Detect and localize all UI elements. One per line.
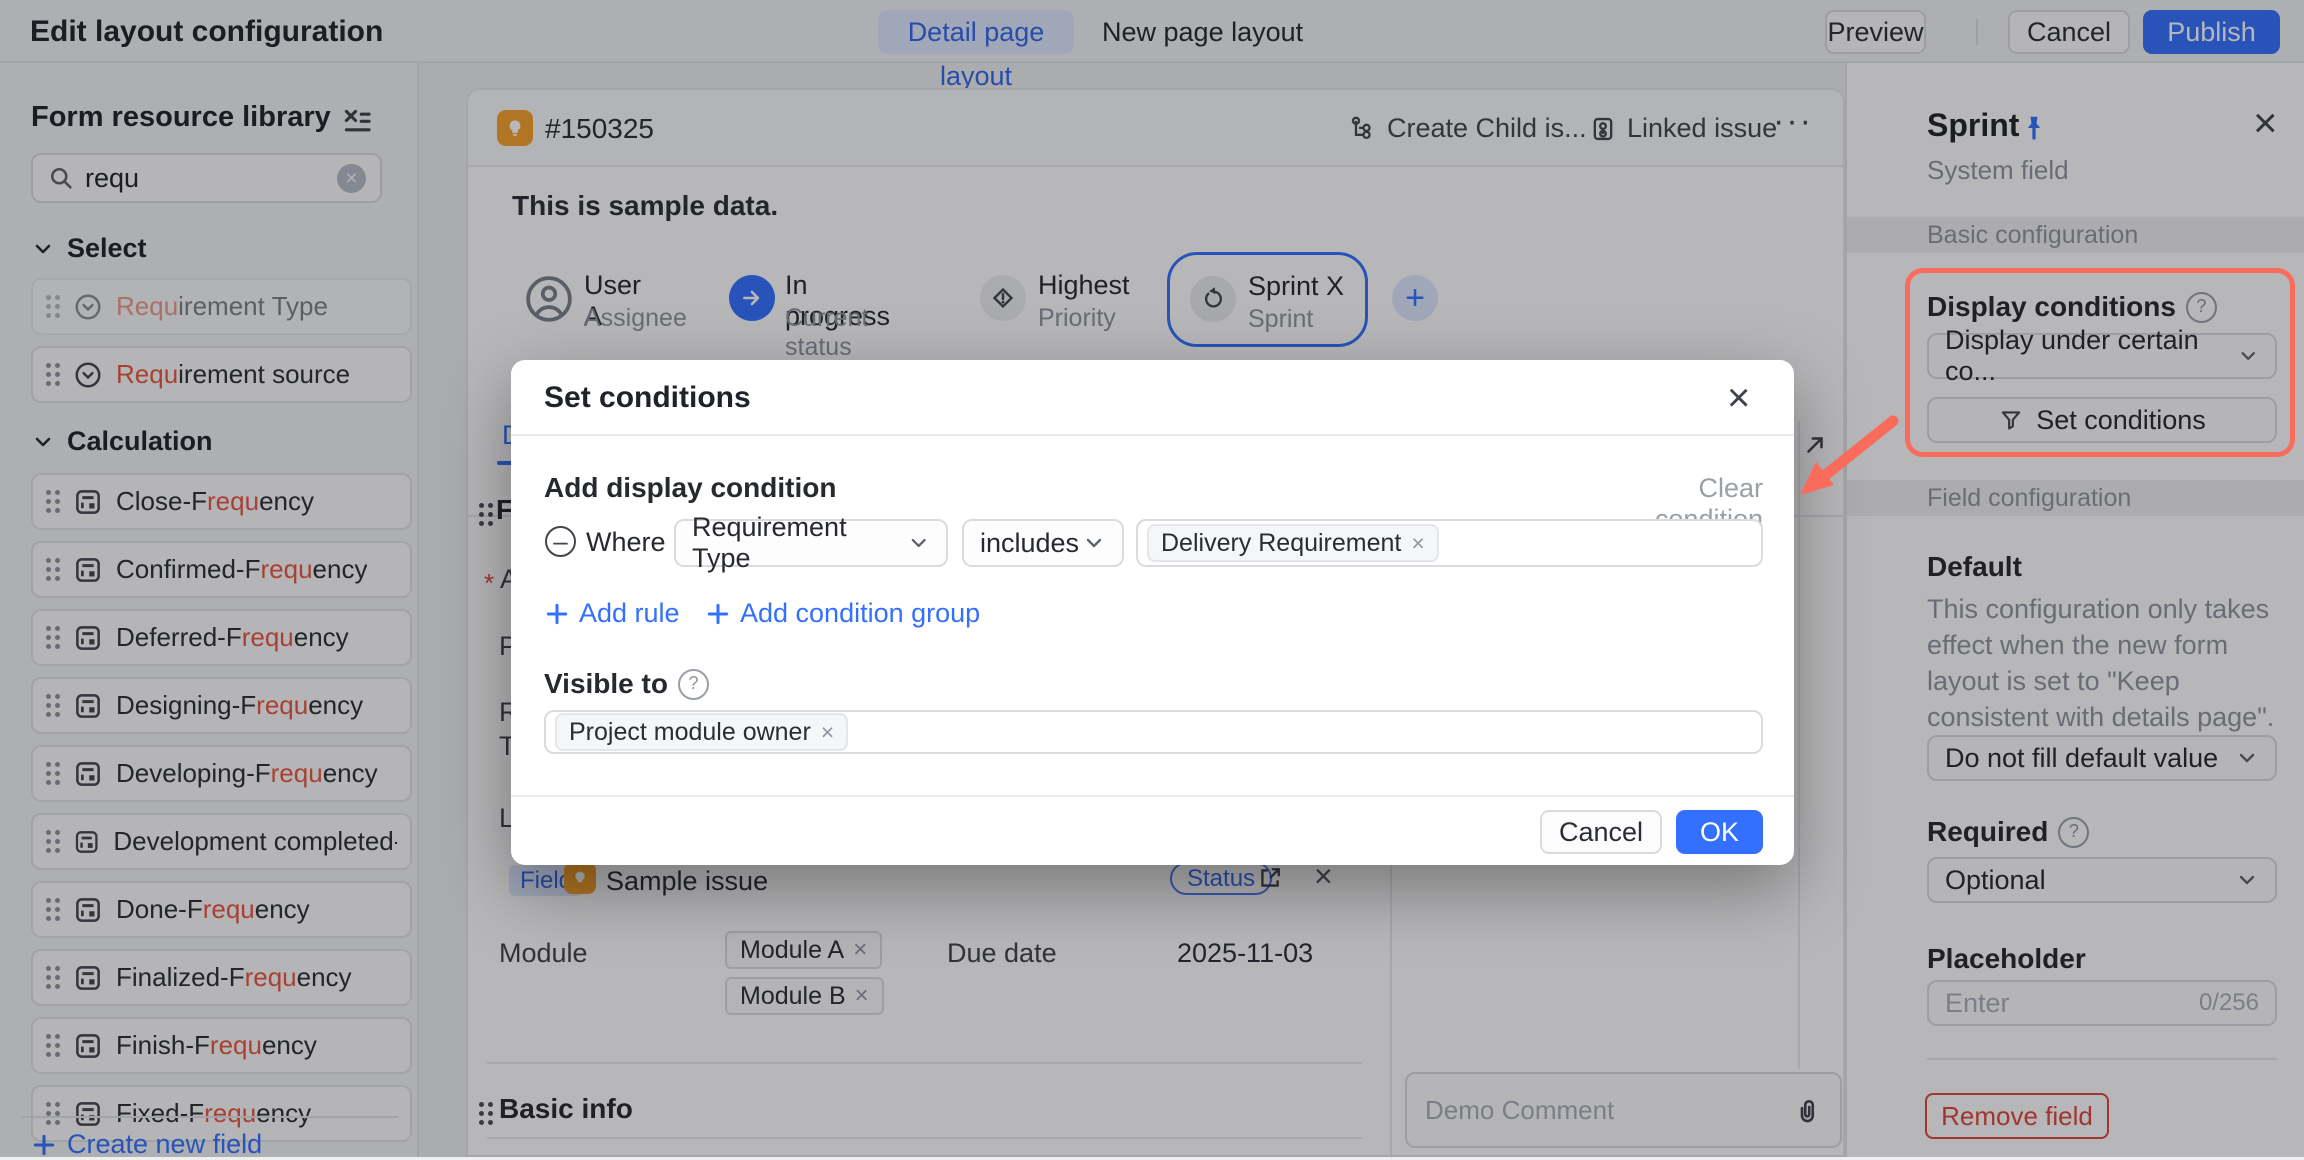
condition-value-input[interactable]: Delivery Requirement × bbox=[1136, 519, 1763, 567]
modal-ok-button[interactable]: OK bbox=[1676, 810, 1763, 854]
add-condition-group-link[interactable]: Add condition group bbox=[705, 598, 980, 629]
chevron-down-icon bbox=[1086, 538, 1102, 548]
plus-icon bbox=[707, 603, 729, 624]
plus-icon bbox=[546, 603, 568, 624]
set-conditions-modal: Set conditions × Add display condition C… bbox=[511, 360, 1794, 865]
remove-tag-icon[interactable]: × bbox=[1411, 530, 1424, 557]
modal-footer-divider bbox=[511, 795, 1794, 797]
condition-value-tag: Delivery Requirement × bbox=[1147, 524, 1439, 562]
modal-cancel-button[interactable]: Cancel bbox=[1540, 810, 1662, 854]
condition-operator-select[interactable]: includes bbox=[962, 519, 1124, 567]
close-icon[interactable]: × bbox=[1727, 378, 1750, 418]
edit-layout-configuration-page: Edit layout configuration Detail page la… bbox=[0, 0, 2304, 1159]
modal-title: Set conditions bbox=[544, 381, 751, 414]
visible-to-input[interactable]: Project module owner × bbox=[544, 710, 1763, 754]
remove-tag-icon[interactable]: × bbox=[821, 719, 834, 746]
remove-rule-icon[interactable]: – bbox=[545, 526, 576, 557]
help-icon[interactable]: ? bbox=[677, 668, 709, 700]
add-rule-link[interactable]: Add rule bbox=[544, 598, 680, 629]
visible-to-label: Visible to ? bbox=[544, 668, 709, 700]
where-label: Where bbox=[586, 527, 666, 557]
visible-to-tag: Project module owner × bbox=[555, 713, 849, 751]
condition-field-select[interactable]: Requirement Type bbox=[674, 512, 948, 573]
chevron-down-icon bbox=[911, 538, 926, 548]
add-display-condition-label: Add display condition bbox=[544, 472, 837, 503]
modal-header: Set conditions × bbox=[511, 360, 1794, 436]
